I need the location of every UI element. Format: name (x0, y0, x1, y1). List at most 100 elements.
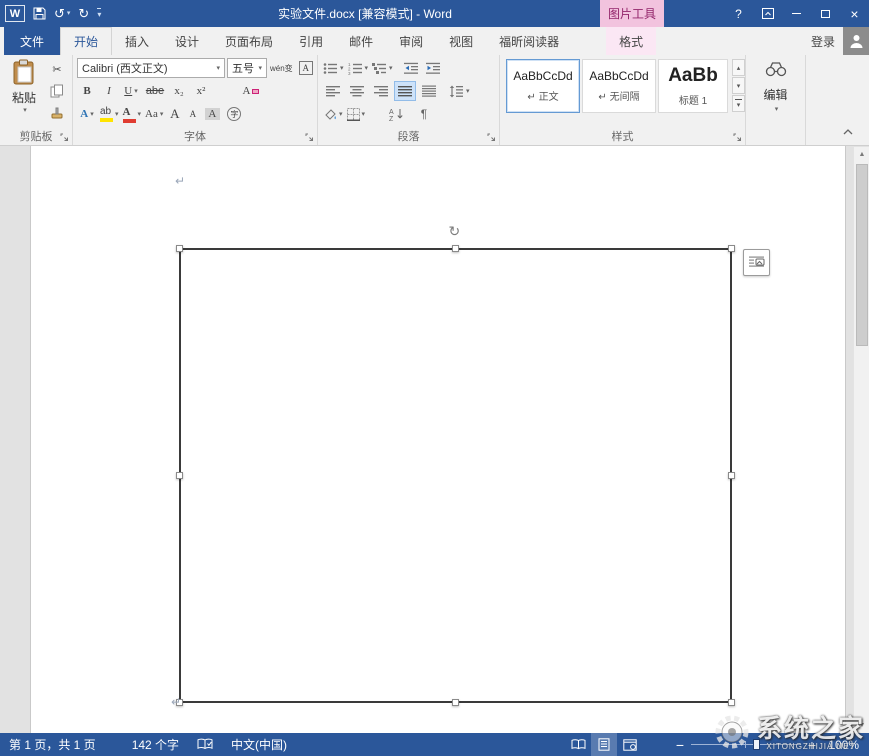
enclose-characters-button[interactable]: 字 (224, 104, 244, 124)
tab-insert[interactable]: 插入 (112, 27, 162, 55)
zoom-slider[interactable] (691, 733, 801, 756)
tab-references[interactable]: 引用 (286, 27, 336, 55)
chevron-down-icon[interactable]: ▾ (339, 110, 343, 118)
align-right-button[interactable] (370, 81, 392, 101)
underline-button[interactable]: U ▾ (121, 81, 141, 101)
redo-button[interactable]: ↻ (78, 7, 89, 20)
format-painter-button[interactable] (47, 103, 67, 123)
proofing-status-button[interactable] (188, 733, 222, 756)
chevron-down-icon[interactable]: ▾ (362, 110, 366, 118)
chevron-down-icon[interactable]: ▾ (775, 105, 779, 113)
clipboard-dialog-launcher[interactable] (60, 133, 69, 142)
page-info[interactable]: 第 1 页，共 1 页 (0, 733, 105, 756)
chevron-down-icon[interactable]: ▾ (134, 87, 138, 95)
selected-picture[interactable]: ↻ (179, 248, 732, 703)
paste-button[interactable]: 粘贴 ▾ (4, 58, 44, 132)
vertical-scrollbar[interactable]: ▲ ▼ (853, 147, 869, 733)
tab-file[interactable]: 文件 (4, 27, 60, 55)
strikethrough-button[interactable]: abe (143, 81, 167, 101)
highlight-button[interactable]: ab ▾ (99, 104, 120, 124)
read-mode-button[interactable] (565, 733, 591, 756)
signin-button[interactable]: 登录 (811, 27, 835, 55)
style-card-no-spacing[interactable]: AaBbCcDd ↵ 无间隔 (582, 59, 656, 113)
layout-options-button[interactable] (743, 249, 770, 276)
font-size-combo[interactable]: 五号 ▾ (227, 58, 267, 78)
ribbon-display-options-button[interactable] (753, 0, 782, 27)
user-avatar[interactable] (843, 27, 869, 55)
phonetic-guide-button[interactable]: wén变 (269, 58, 294, 78)
collapse-ribbon-button[interactable] (837, 124, 859, 139)
tab-foxit-reader[interactable]: 福昕阅读器 (486, 27, 572, 55)
save-button[interactable] (33, 7, 46, 20)
zoom-thumb[interactable] (753, 739, 760, 750)
help-button[interactable]: ? (724, 0, 753, 27)
undo-button[interactable]: ↺ ▾ (54, 7, 70, 20)
zoom-in-button[interactable]: + (801, 737, 823, 753)
chevron-down-icon[interactable]: ▾ (389, 64, 393, 72)
character-shading-button[interactable]: A (202, 104, 222, 124)
paste-dropdown-icon[interactable]: ▾ (23, 106, 27, 114)
font-color-button[interactable]: A ▾ (122, 104, 143, 124)
resize-handle-w[interactable] (176, 472, 183, 479)
increase-indent-button[interactable] (424, 58, 444, 78)
subscript-button[interactable]: x₂ (169, 81, 189, 101)
cut-button[interactable]: ✂ (47, 59, 67, 79)
close-button[interactable]: × (840, 0, 869, 27)
italic-button[interactable]: I (99, 81, 119, 101)
show-hide-marks-button[interactable]: ¶ (414, 104, 434, 124)
web-layout-button[interactable] (617, 733, 643, 756)
copy-button[interactable] (47, 81, 67, 101)
tab-format[interactable]: 格式 (606, 27, 656, 55)
resize-handle-nw[interactable] (176, 245, 183, 252)
chevron-down-icon[interactable]: ▾ (216, 64, 220, 72)
justify-button[interactable] (394, 81, 416, 101)
tab-review[interactable]: 审阅 (386, 27, 436, 55)
numbering-button[interactable]: 1 2 3 ▾ (347, 58, 370, 78)
styles-more-button[interactable]: ▾ (732, 95, 745, 112)
resize-handle-ne[interactable] (728, 245, 735, 252)
styles-dialog-launcher[interactable] (733, 133, 742, 142)
print-layout-button[interactable] (591, 733, 617, 756)
chevron-down-icon[interactable]: ▾ (138, 110, 142, 118)
bold-button[interactable]: B (77, 81, 97, 101)
shrink-font-button[interactable]: A (185, 104, 200, 124)
style-card-heading1[interactable]: AaBb 标题 1 (658, 59, 728, 113)
scroll-down-button[interactable]: ▼ (854, 718, 869, 733)
align-left-button[interactable] (322, 81, 344, 101)
chevron-down-icon[interactable]: ▾ (365, 64, 369, 72)
distribute-button[interactable] (418, 81, 440, 101)
sort-button[interactable]: A Z (386, 104, 406, 124)
chevron-down-icon[interactable]: ▾ (90, 110, 94, 118)
chevron-down-icon[interactable]: ▾ (160, 110, 164, 118)
zoom-percent[interactable]: 100% (823, 738, 869, 752)
zoom-out-button[interactable]: − (669, 737, 691, 753)
undo-dropdown-icon[interactable]: ▾ (67, 10, 71, 17)
tab-page-layout[interactable]: 页面布局 (212, 27, 286, 55)
editing-button[interactable]: 编辑 ▾ (746, 61, 805, 113)
style-card-normal[interactable]: AaBbCcDd ↵ 正文 (506, 59, 580, 113)
tab-view[interactable]: 视图 (436, 27, 486, 55)
resize-handle-s[interactable] (452, 699, 459, 706)
clear-formatting-button[interactable]: A (241, 81, 261, 101)
tab-mailings[interactable]: 邮件 (336, 27, 386, 55)
shading-button[interactable]: ▾ (322, 104, 344, 124)
chevron-down-icon[interactable]: ▾ (340, 64, 344, 72)
bullets-button[interactable]: ▾ (322, 58, 345, 78)
chevron-down-icon[interactable]: ▾ (466, 87, 470, 95)
resize-handle-se[interactable] (728, 699, 735, 706)
chevron-down-icon[interactable]: ▾ (258, 64, 262, 72)
paragraph-dialog-launcher[interactable] (487, 133, 496, 142)
scroll-up-button[interactable]: ▲ (854, 147, 869, 162)
tab-design[interactable]: 设计 (162, 27, 212, 55)
line-spacing-button[interactable]: ▾ (448, 81, 471, 101)
word-count[interactable]: 142 个字 (123, 733, 188, 756)
rotation-handle[interactable]: ↻ (449, 223, 461, 240)
chevron-down-icon[interactable]: ▾ (115, 110, 119, 118)
decrease-indent-button[interactable] (402, 58, 422, 78)
resize-handle-e[interactable] (728, 472, 735, 479)
customize-qat-button[interactable]: ▾ (97, 8, 101, 19)
maximize-button[interactable] (811, 0, 840, 27)
minimize-button[interactable] (782, 0, 811, 27)
font-dialog-launcher[interactable] (305, 133, 314, 142)
text-effects-button[interactable]: A ▾ (77, 104, 97, 124)
